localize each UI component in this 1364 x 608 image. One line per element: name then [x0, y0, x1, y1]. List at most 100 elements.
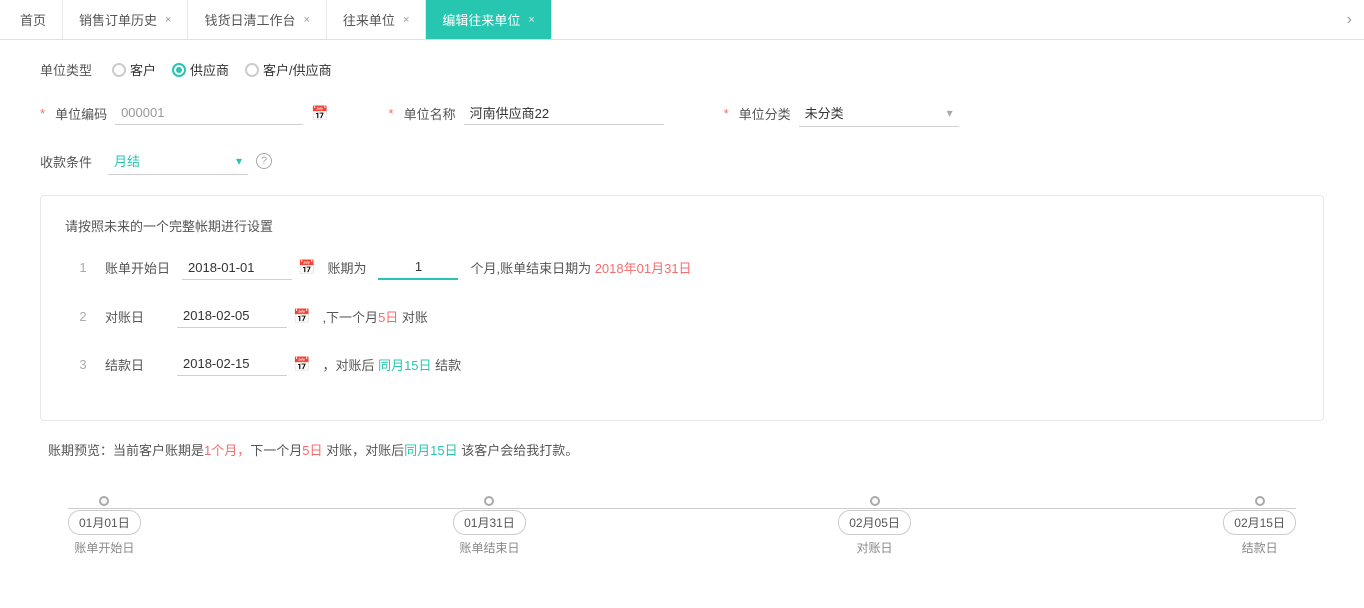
tab-sales-history-label: 销售订单历史	[79, 10, 157, 29]
calendar-icon-2[interactable]: 📅	[293, 308, 310, 325]
tab-edit-partner[interactable]: 编辑往来单位 ×	[426, 0, 551, 39]
payment-terms-label: 收款条件	[40, 152, 92, 171]
copy-icon[interactable]: 📅	[311, 105, 328, 122]
timeline-label-3: 对账日	[857, 539, 893, 556]
unit-name-field: * 单位名称	[389, 101, 664, 125]
preview-reconcile-pre: 下一个月	[250, 443, 302, 458]
period-months-input[interactable]	[378, 255, 458, 280]
category-required: *	[724, 106, 729, 121]
preview-suffix: 该客户会给我打款。	[458, 443, 579, 458]
date-input-wrap-1: 📅	[182, 256, 315, 280]
end-date-highlight: 2018年01月31日	[595, 261, 692, 276]
period-row-3: 3 结款日 📅 ，对账后 同月15日 结款	[65, 352, 1299, 376]
period-row-1: 1 账单开始日 📅 账期为 个月,账单结束日期为 2018年01月31日	[65, 255, 1299, 280]
preview-reconcile-post: 对账，对账后	[323, 443, 405, 458]
tab-cash-work-label: 钱货日清工作台	[204, 10, 295, 29]
period-num-3: 3	[73, 357, 93, 372]
payment-terms-row: 收款条件 月结 ▾ ?	[40, 147, 1324, 175]
period-settings-card: 请按照未来的一个完整帐期进行设置 1 账单开始日 📅 账期为 个月,账单结束日期…	[40, 195, 1324, 421]
timeline-dot-4	[1255, 496, 1265, 506]
unit-type-label: 单位类型	[40, 60, 92, 79]
radio-supplier-circle	[172, 63, 186, 77]
calendar-icon-1[interactable]: 📅	[298, 259, 315, 276]
timeline-badge-3: 02月05日	[838, 510, 911, 535]
unit-type-radio-group: 客户 供应商 客户/供应商	[112, 60, 332, 79]
category-chevron-icon: ▾	[947, 106, 953, 120]
timeline-dot-2	[484, 496, 494, 506]
date-input-wrap-2: 📅	[177, 304, 310, 328]
period-label-1: 账单开始日	[105, 258, 170, 277]
timeline-point-3: 02月05日 对账日	[838, 496, 911, 556]
timeline-badge-2: 01月31日	[453, 510, 526, 535]
radio-customer-circle	[112, 63, 126, 77]
unit-name-input[interactable]	[464, 101, 664, 125]
timeline: 01月01日 账单开始日 01月31日 账单结束日 02月05日 对账日	[48, 486, 1316, 566]
tab-cash-work[interactable]: 钱货日清工作台 ×	[188, 0, 326, 39]
tab-sales-history-close[interactable]: ×	[165, 14, 171, 26]
timeline-badge-1: 01月01日	[68, 510, 141, 535]
timeline-point-1: 01月01日 账单开始日	[68, 496, 141, 556]
timeline-line	[68, 508, 1296, 509]
tab-cash-work-close[interactable]: ×	[303, 14, 309, 26]
unit-category-value: 未分类	[805, 103, 943, 122]
timeline-label-4: 结款日	[1242, 539, 1278, 556]
period-num-2: 2	[73, 309, 93, 324]
help-icon[interactable]: ?	[256, 153, 272, 169]
calendar-icon-3[interactable]: 📅	[293, 356, 310, 373]
tab-more-arrow[interactable]: ›	[1335, 0, 1364, 39]
reconcile-day-highlight: 5日	[378, 310, 398, 325]
preview-section: 账期预览：当前客户账期是1个月，下一个月5日 对账，对账后同月15日 该客户会给…	[40, 441, 1324, 566]
unit-category-select[interactable]: 未分类 ▾	[799, 99, 959, 127]
period-label-3: 结款日	[105, 355, 165, 374]
period-row-2: 2 对账日 📅 ,下一个月5日 对账	[65, 304, 1299, 328]
radio-customer[interactable]: 客户	[112, 60, 156, 79]
unit-code-label: 单位编码	[55, 104, 107, 123]
tab-partner-label: 往来单位	[343, 10, 395, 29]
timeline-point-4: 02月15日 结款日	[1223, 496, 1296, 556]
timeline-label-2: 账单结束日	[459, 539, 519, 556]
unit-code-input[interactable]	[115, 101, 303, 125]
start-date-input[interactable]	[182, 256, 292, 280]
preview-prefix: 账期预览：当前客户账期是	[48, 443, 204, 458]
tab-home[interactable]: 首页	[0, 0, 63, 39]
period-suffix-post-1: 个月,账单结束日期为 2018年01月31日	[470, 258, 691, 277]
unit-type-row: 单位类型 客户 供应商 客户/供应商	[40, 60, 1324, 79]
payment-date-input[interactable]	[177, 352, 287, 376]
period-suffix-pre-1: 账期为	[327, 258, 366, 277]
name-required: *	[389, 106, 394, 121]
radio-both-label: 客户/供应商	[263, 60, 332, 79]
tab-edit-partner-label: 编辑往来单位	[442, 10, 520, 29]
preview-payment: 同月15日	[404, 443, 457, 458]
preview-text: 账期预览：当前客户账期是1个月，下一个月5日 对账，对账后同月15日 该客户会给…	[48, 441, 1316, 462]
payment-terms-field: 收款条件 月结 ▾ ?	[40, 147, 272, 175]
timeline-badge-4: 02月15日	[1223, 510, 1296, 535]
payment-terms-select[interactable]: 月结 ▾	[108, 147, 248, 175]
radio-both[interactable]: 客户/供应商	[245, 60, 332, 79]
radio-both-circle	[245, 63, 259, 77]
tab-partner[interactable]: 往来单位 ×	[327, 0, 426, 39]
main-content: 单位类型 客户 供应商 客户/供应商 * 单位编码 📅 *	[0, 40, 1364, 608]
payment-day-highlight: 同月15日	[378, 358, 431, 373]
period-label-2: 对账日	[105, 307, 165, 326]
preview-reconcile: 5日	[302, 443, 322, 458]
payment-terms-chevron-icon: ▾	[236, 154, 242, 168]
preview-period: 1个月，	[204, 443, 250, 458]
card-title: 请按照未来的一个完整帐期进行设置	[65, 216, 1299, 235]
tab-edit-partner-close[interactable]: ×	[528, 14, 534, 26]
timeline-dot-3	[870, 496, 880, 506]
tab-sales-history[interactable]: 销售订单历史 ×	[63, 0, 188, 39]
payment-terms-value: 月结	[114, 151, 232, 170]
period-suffix-2: ,下一个月5日 对账	[322, 307, 427, 326]
tab-partner-close[interactable]: ×	[403, 14, 409, 26]
unit-code-field: * 单位编码 📅	[40, 101, 329, 125]
radio-customer-label: 客户	[130, 60, 156, 79]
timeline-label-1: 账单开始日	[74, 539, 134, 556]
radio-supplier[interactable]: 供应商	[172, 60, 229, 79]
tab-bar: 首页 销售订单历史 × 钱货日清工作台 × 往来单位 × 编辑往来单位 × ›	[0, 0, 1364, 40]
tab-home-label: 首页	[20, 10, 46, 29]
period-num-1: 1	[73, 260, 93, 275]
timeline-point-2: 01月31日 账单结束日	[453, 496, 526, 556]
unit-type-field: 单位类型	[40, 60, 92, 79]
radio-supplier-label: 供应商	[190, 60, 229, 79]
reconcile-date-input[interactable]	[177, 304, 287, 328]
